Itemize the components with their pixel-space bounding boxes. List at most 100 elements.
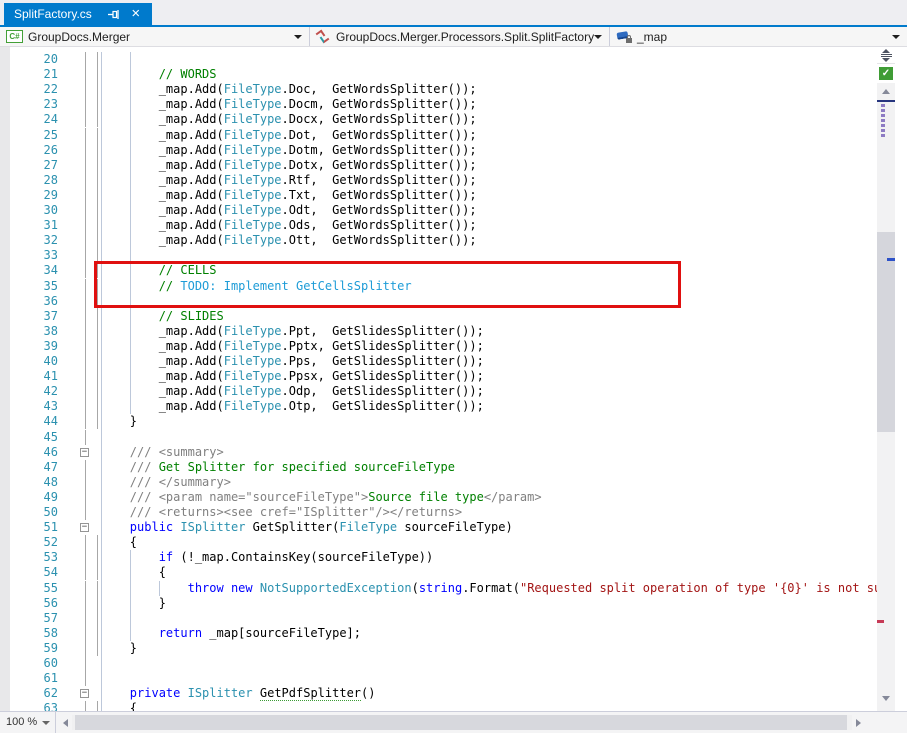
editor-bottom-bar: 100 % [0, 711, 907, 733]
code-text: _map.Add(FileType.Dotm, GetWordsSplitter… [72, 142, 477, 157]
line-number: 35 [43, 278, 58, 293]
vertical-scroll-thumb[interactable] [877, 232, 895, 432]
line-number: 23 [43, 97, 58, 112]
code-health-check-icon[interactable]: ✓ [879, 67, 893, 80]
horizontal-scroll-thumb[interactable] [75, 715, 847, 730]
change-marker [881, 119, 885, 122]
code-line: 21 // WORDS [0, 67, 877, 83]
code-line: 22 _map.Add(FileType.Doc, GetWordsSplitt… [0, 82, 877, 98]
line-number: 55 [43, 580, 58, 595]
code-line: 58 return _map[sourceFileType]; [0, 625, 877, 641]
scrollbar-red-marker [877, 620, 884, 623]
code-text: _map.Add(FileType.Ppsx, GetSlidesSplitte… [72, 369, 484, 384]
code-text: _map.Add(FileType.Odt, GetWordsSplitter(… [72, 203, 477, 217]
close-icon[interactable]: × [128, 6, 144, 22]
chevron-down-icon[interactable] [294, 35, 302, 39]
chevron-down-icon[interactable] [892, 35, 900, 39]
code-line: 50 /// <returns><see cref="ISplitter"/><… [0, 505, 877, 521]
code-line: 27 _map.Add(FileType.Dotx, GetWordsSplit… [0, 157, 877, 173]
code-text: _map.Add(FileType.Ott, GetWordsSplitter(… [72, 233, 477, 248]
zoom-selector[interactable]: 100 % [0, 712, 56, 733]
code-text: } [72, 414, 138, 429]
class-icon [315, 29, 331, 44]
project-dropdown[interactable]: C# GroupDocs.Merger [0, 27, 310, 46]
line-number: 48 [43, 474, 58, 489]
code-line: 49 /// <param name="sourceFileType">Sour… [0, 489, 877, 505]
outline-scope-line [85, 671, 86, 687]
line-number: 44 [43, 414, 58, 429]
change-marker [881, 104, 885, 107]
type-dropdown[interactable]: GroupDocs.Merger.Processors.Split.SplitF… [310, 27, 610, 46]
line-number: 53 [43, 550, 58, 565]
line-number: 51 [43, 520, 58, 535]
vertical-scrollbar[interactable]: ✓ [877, 47, 895, 711]
chevron-down-icon[interactable] [42, 721, 50, 725]
code-line: 38 _map.Add(FileType.Ppt, GetSlidesSplit… [0, 323, 877, 339]
line-number: 54 [43, 565, 58, 580]
code-pane[interactable]: 20 21 // WORDS 22 _map.Add(FileType.Doc, G… [0, 47, 877, 711]
line-number: 37 [43, 308, 58, 323]
code-text: _map.Add(FileType.Dot, GetWordsSplitter(… [72, 127, 477, 142]
code-text: /// <summary> [72, 444, 224, 459]
code-text: /// <param name="sourceFileType">Source … [72, 489, 542, 504]
change-marker [881, 124, 885, 127]
code-line: 37 // SLIDES [0, 308, 877, 324]
scroll-up-icon[interactable] [882, 89, 890, 94]
chevron-down-icon[interactable] [594, 35, 602, 39]
line-number: 61 [43, 671, 58, 686]
member-dropdown-label: _map [637, 29, 668, 44]
code-text: _map.Add(FileType.Dotx, GetWordsSplitter… [72, 157, 477, 172]
line-number: 21 [43, 67, 58, 82]
code-text: /// </summary> [72, 474, 231, 489]
line-number: 24 [43, 112, 58, 127]
code-text: _map.Add(FileType.Docx, GetWordsSplitter… [72, 112, 477, 127]
zoom-level-label: 100 % [6, 716, 38, 728]
code-line: 42 _map.Add(FileType.Odp, GetSlidesSplit… [0, 384, 877, 400]
split-window-grip-icon[interactable] [877, 47, 895, 64]
outline-scope-line [97, 610, 98, 626]
code-text: _map.Add(FileType.Ods, GetWordsSplitter(… [72, 218, 477, 233]
pin-icon[interactable] [106, 6, 122, 22]
line-number: 60 [43, 656, 58, 670]
outline-scope-line [97, 52, 98, 68]
code-line: 51− public ISplitter GetSplitter(FileTyp… [0, 520, 877, 535]
scroll-left-icon[interactable] [63, 719, 68, 727]
line-number: 50 [43, 505, 58, 519]
code-line: 59 } [0, 640, 877, 656]
editor-area: 20 21 // WORDS 22 _map.Add(FileType.Doc, G… [0, 47, 907, 711]
code-text: { [72, 565, 166, 580]
code-line: 32 _map.Add(FileType.Ott, GetWordsSplitt… [0, 233, 877, 249]
tab-title: SplitFactory.cs [14, 7, 92, 21]
line-number: 62 [43, 686, 58, 701]
line-number: 52 [43, 535, 58, 550]
code-line: 31 _map.Add(FileType.Ods, GetWordsSplitt… [0, 218, 877, 234]
vertical-scroll-track[interactable] [877, 83, 895, 711]
line-number: 32 [43, 233, 58, 248]
line-number: 29 [43, 187, 58, 202]
tab-splitfactory[interactable]: SplitFactory.cs × [4, 3, 152, 25]
code-line: 56 } [0, 595, 877, 611]
scroll-right-icon[interactable] [856, 719, 861, 727]
outline-scope-line [85, 656, 86, 672]
code-text: private ISplitter GetPdfSplitter() [72, 686, 376, 702]
type-dropdown-label: GroupDocs.Merger.Processors.Split.SplitF… [336, 29, 595, 44]
code-text: _map.Add(FileType.Otp, GetSlidesSplitter… [72, 399, 484, 414]
line-number: 39 [43, 338, 58, 353]
line-number: 46 [43, 444, 58, 459]
change-marker [881, 109, 885, 112]
member-dropdown[interactable]: _map [610, 27, 907, 46]
line-number: 28 [43, 172, 58, 187]
code-line: 57 [0, 610, 877, 626]
code-line: 46− /// <summary> [0, 445, 877, 460]
line-number: 56 [43, 595, 58, 610]
private-field-icon [616, 30, 632, 43]
caret-position-marker [877, 100, 895, 102]
code-text: /// Get Splitter for specified sourceFil… [72, 459, 455, 474]
scroll-down-icon[interactable] [882, 696, 890, 701]
line-number: 57 [43, 610, 58, 625]
horizontal-scroll-track[interactable] [72, 715, 852, 730]
change-marker [881, 134, 885, 137]
code-line: 29 _map.Add(FileType.Txt, GetWordsSplitt… [0, 187, 877, 203]
code-text: // SLIDES [72, 308, 224, 323]
code-line: 26 _map.Add(FileType.Dotm, GetWordsSplit… [0, 142, 877, 158]
